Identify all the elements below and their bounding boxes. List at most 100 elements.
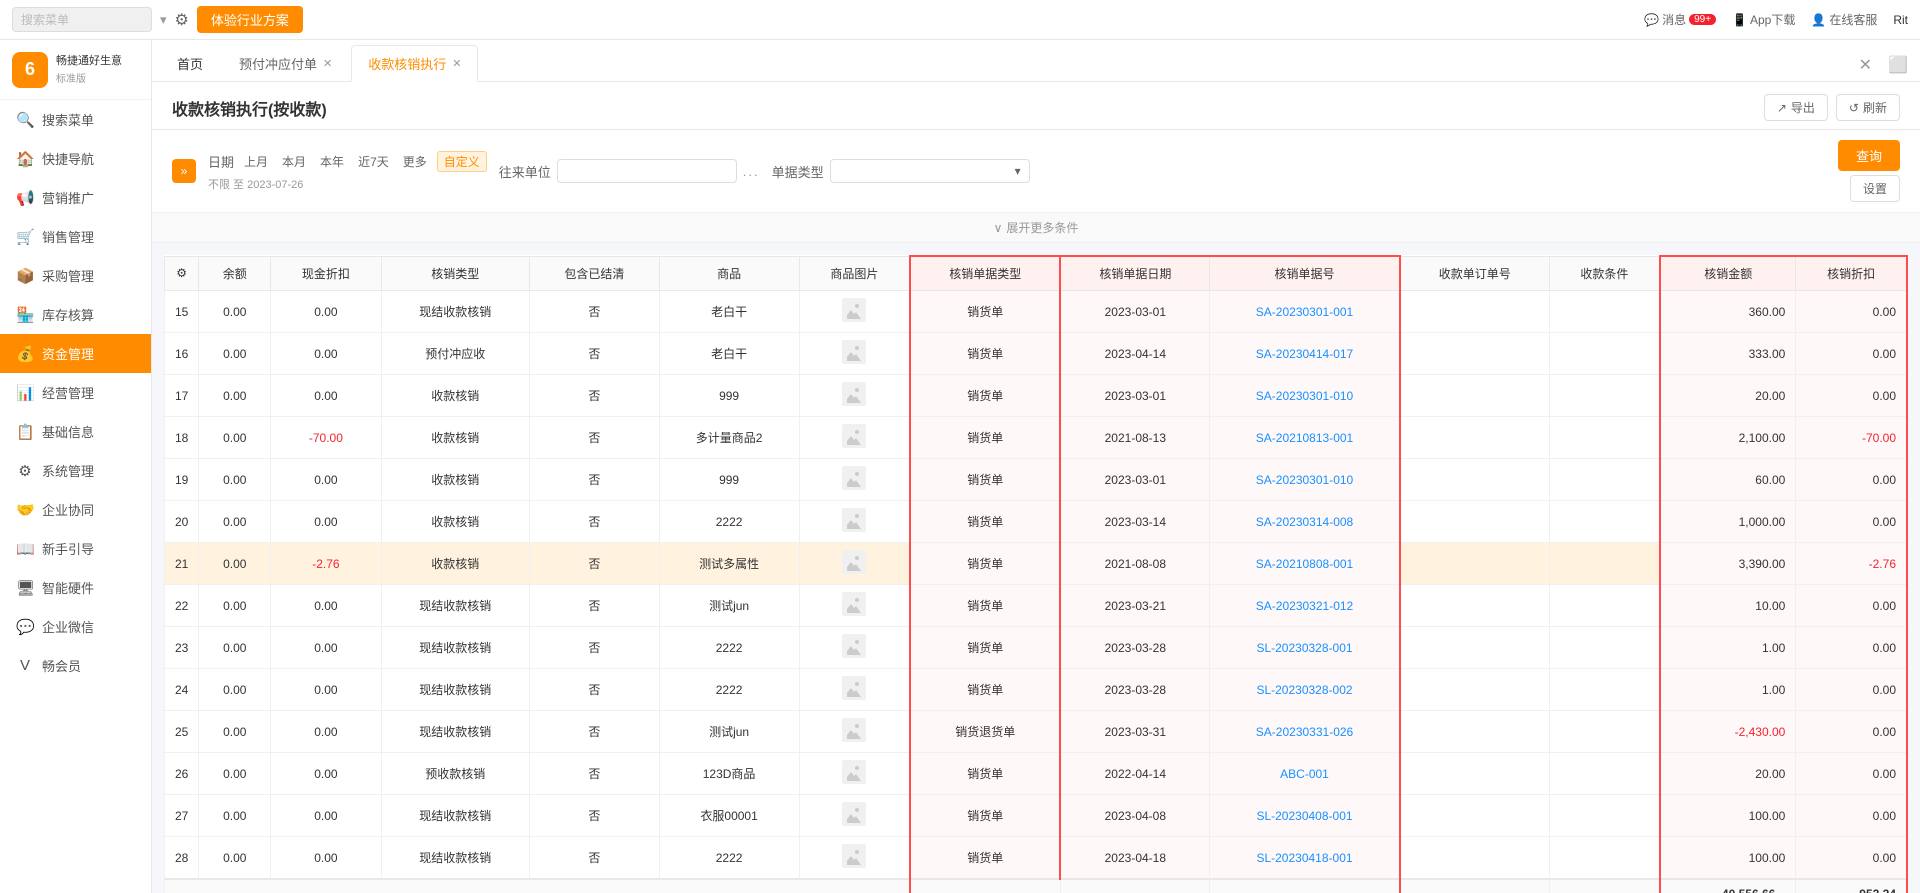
- table-row: 18 0.00 -70.00 收款核销 否 多计量商品2 销货单 2021-08…: [165, 417, 1908, 459]
- cell-verify-type: 收款核销: [381, 543, 530, 585]
- sidebar-item-hardware[interactable]: 🖥 智能硬件: [0, 568, 151, 607]
- cell-verify-amount: 20.00: [1660, 375, 1796, 417]
- cell-verify-no: SL-20230408-001: [1210, 795, 1400, 837]
- verify-no-link[interactable]: SA-20230414-017: [1256, 347, 1353, 361]
- inventory-icon: 🏪: [16, 306, 34, 324]
- cell-cash-discount: 0.00: [271, 375, 381, 417]
- party-input[interactable]: [557, 159, 737, 183]
- verify-no-link[interactable]: SL-20230328-002: [1256, 683, 1352, 697]
- cell-verify-discount: -70.00: [1796, 417, 1907, 459]
- query-btn[interactable]: 查询: [1838, 140, 1900, 171]
- verify-no-link[interactable]: SL-20230408-001: [1256, 809, 1352, 823]
- cell-goods: 999: [659, 459, 799, 501]
- tab-prepay-close[interactable]: ✕: [323, 57, 332, 70]
- verify-no-link[interactable]: SA-20230314-008: [1256, 515, 1353, 529]
- refresh-icon: ↺: [1849, 101, 1859, 115]
- date-7days[interactable]: 近7天: [354, 151, 393, 172]
- cell-num: 24: [165, 669, 199, 711]
- date-this-year[interactable]: 本年: [316, 151, 348, 172]
- sidebar-item-search[interactable]: 🔍 搜索菜单: [0, 100, 151, 139]
- cell-cash-discount: 0.00: [271, 627, 381, 669]
- verify-no-link[interactable]: SA-20230331-026: [1256, 725, 1353, 739]
- cell-verify-discount: 0.00: [1796, 333, 1907, 375]
- voucher-type-select[interactable]: ▾: [830, 159, 1030, 183]
- tab-expand-btn[interactable]: ⬜: [1884, 53, 1912, 77]
- cell-balance: 0.00: [199, 627, 271, 669]
- col-verify-no: 核销单据号: [1210, 256, 1400, 291]
- table-area[interactable]: ⚙ 余额 现金折扣 核销类型 包含已结清 商品 商品图片 核销单据类型 核销单据…: [152, 243, 1920, 893]
- cell-goods: 衣服00001: [659, 795, 799, 837]
- verify-no-link[interactable]: SA-20230321-012: [1256, 599, 1353, 613]
- cell-verify-no: SA-20230301-010: [1210, 375, 1400, 417]
- cell-collection-order-no: [1400, 711, 1549, 753]
- sidebar-item-marketing[interactable]: 📢 营销推广: [0, 178, 151, 217]
- sidebar-item-inventory[interactable]: 🏪 库存核算: [0, 295, 151, 334]
- dropdown-icon[interactable]: ▾: [160, 12, 167, 28]
- cell-goods: 2222: [659, 627, 799, 669]
- sidebar-item-purchase[interactable]: 📦 采购管理: [0, 256, 151, 295]
- enterprise-icon: 🤝: [16, 501, 34, 519]
- main-area: 首页 预付冲应付单 ✕ 收款核销执行 ✕ ✕ ⬜ 收款核销执行(按收款): [152, 40, 1920, 893]
- cell-verify-date: 2023-04-14: [1060, 333, 1209, 375]
- cell-verify-no: ABC-001: [1210, 753, 1400, 795]
- sidebar-item-finance[interactable]: 💰 资金管理: [0, 334, 151, 373]
- message-btn[interactable]: 💬 消息 99+: [1644, 11, 1716, 28]
- cell-verify-voucher-type: 销货单: [910, 333, 1060, 375]
- cell-num: 21: [165, 543, 199, 585]
- verify-no-link[interactable]: SA-20210808-001: [1256, 557, 1353, 571]
- purchase-icon: 📦: [16, 267, 34, 285]
- cell-verify-date: 2023-03-28: [1060, 627, 1209, 669]
- tab-home[interactable]: 首页: [160, 45, 220, 81]
- cell-verify-date: 2023-04-08: [1060, 795, 1209, 837]
- cell-include-cleared: 否: [530, 375, 659, 417]
- sidebar-item-quick-nav[interactable]: 🏠 快捷导航: [0, 139, 151, 178]
- sidebar-item-system[interactable]: ⚙ 系统管理: [0, 451, 151, 490]
- online-service-btn[interactable]: 👤 在线客服: [1811, 11, 1877, 28]
- verify-no-link[interactable]: SL-20230328-001: [1256, 641, 1352, 655]
- tab-close-btn[interactable]: ✕: [1855, 53, 1876, 77]
- sidebar-item-sales[interactable]: 🛒 销售管理: [0, 217, 151, 256]
- verify-no-link[interactable]: SA-20230301-001: [1256, 305, 1353, 319]
- sidebar-item-enterprise[interactable]: 🤝 企业协同: [0, 490, 151, 529]
- tab-collection-close[interactable]: ✕: [452, 57, 461, 70]
- tab-collection[interactable]: 收款核销执行 ✕: [351, 45, 478, 82]
- verify-no-link[interactable]: SL-20230418-001: [1256, 851, 1352, 865]
- cell-num: 23: [165, 627, 199, 669]
- cell-goods: 老白干: [659, 291, 799, 333]
- cell-goods: 2222: [659, 837, 799, 880]
- tab-prepay[interactable]: 预付冲应付单 ✕: [222, 45, 349, 81]
- app-download-btn[interactable]: 📱 App下载: [1732, 11, 1795, 28]
- sidebar-item-business[interactable]: 📊 经营管理: [0, 373, 151, 412]
- cell-cash-discount: 0.00: [271, 795, 381, 837]
- col-cash-discount: 现金折扣: [271, 256, 381, 291]
- gear-icon[interactable]: ⚙: [175, 10, 189, 30]
- expand-conditions-bar[interactable]: ∨ 展开更多条件: [152, 213, 1920, 243]
- sidebar-logo: 6 畅捷通好生意 标准版: [0, 40, 151, 100]
- verify-no-link[interactable]: SA-20230301-010: [1256, 389, 1353, 403]
- date-custom[interactable]: 自定义: [437, 151, 487, 172]
- footer-col-cond: [1549, 879, 1660, 893]
- date-more[interactable]: 更多: [399, 151, 431, 172]
- export-btn[interactable]: ↗ 导出: [1764, 94, 1828, 121]
- sidebar-item-wechat[interactable]: 💬 企业微信: [0, 607, 151, 646]
- col-verify-type: 核销类型: [381, 256, 530, 291]
- date-this-month[interactable]: 本月: [278, 151, 310, 172]
- verify-no-link[interactable]: SA-20210813-001: [1256, 431, 1353, 445]
- sidebar-item-guide[interactable]: 📖 新手引导: [0, 529, 151, 568]
- cell-verify-type: 现结收款核销: [381, 585, 530, 627]
- filter-expand-btn[interactable]: »: [172, 159, 196, 183]
- cell-cash-discount: 0.00: [271, 837, 381, 880]
- industry-btn[interactable]: 体验行业方案: [197, 6, 303, 33]
- sidebar-item-basic[interactable]: 📋 基础信息: [0, 412, 151, 451]
- setting-filter-btn[interactable]: 设置: [1850, 175, 1900, 202]
- sidebar-item-member[interactable]: V 畅会员: [0, 646, 151, 685]
- table-row: 20 0.00 0.00 收款核销 否 2222 销货单 2023-03-14 …: [165, 501, 1908, 543]
- cell-verify-date: 2023-03-14: [1060, 501, 1209, 543]
- search-input-display[interactable]: 搜索菜单: [12, 7, 152, 32]
- date-last-month[interactable]: 上月: [240, 151, 272, 172]
- refresh-btn[interactable]: ↺ 刷新: [1836, 94, 1900, 121]
- footer-hl2a: [1060, 879, 1209, 893]
- cell-verify-no: SA-20230301-001: [1210, 291, 1400, 333]
- verify-no-link[interactable]: SA-20230301-010: [1256, 473, 1353, 487]
- verify-no-link[interactable]: ABC-001: [1280, 767, 1329, 781]
